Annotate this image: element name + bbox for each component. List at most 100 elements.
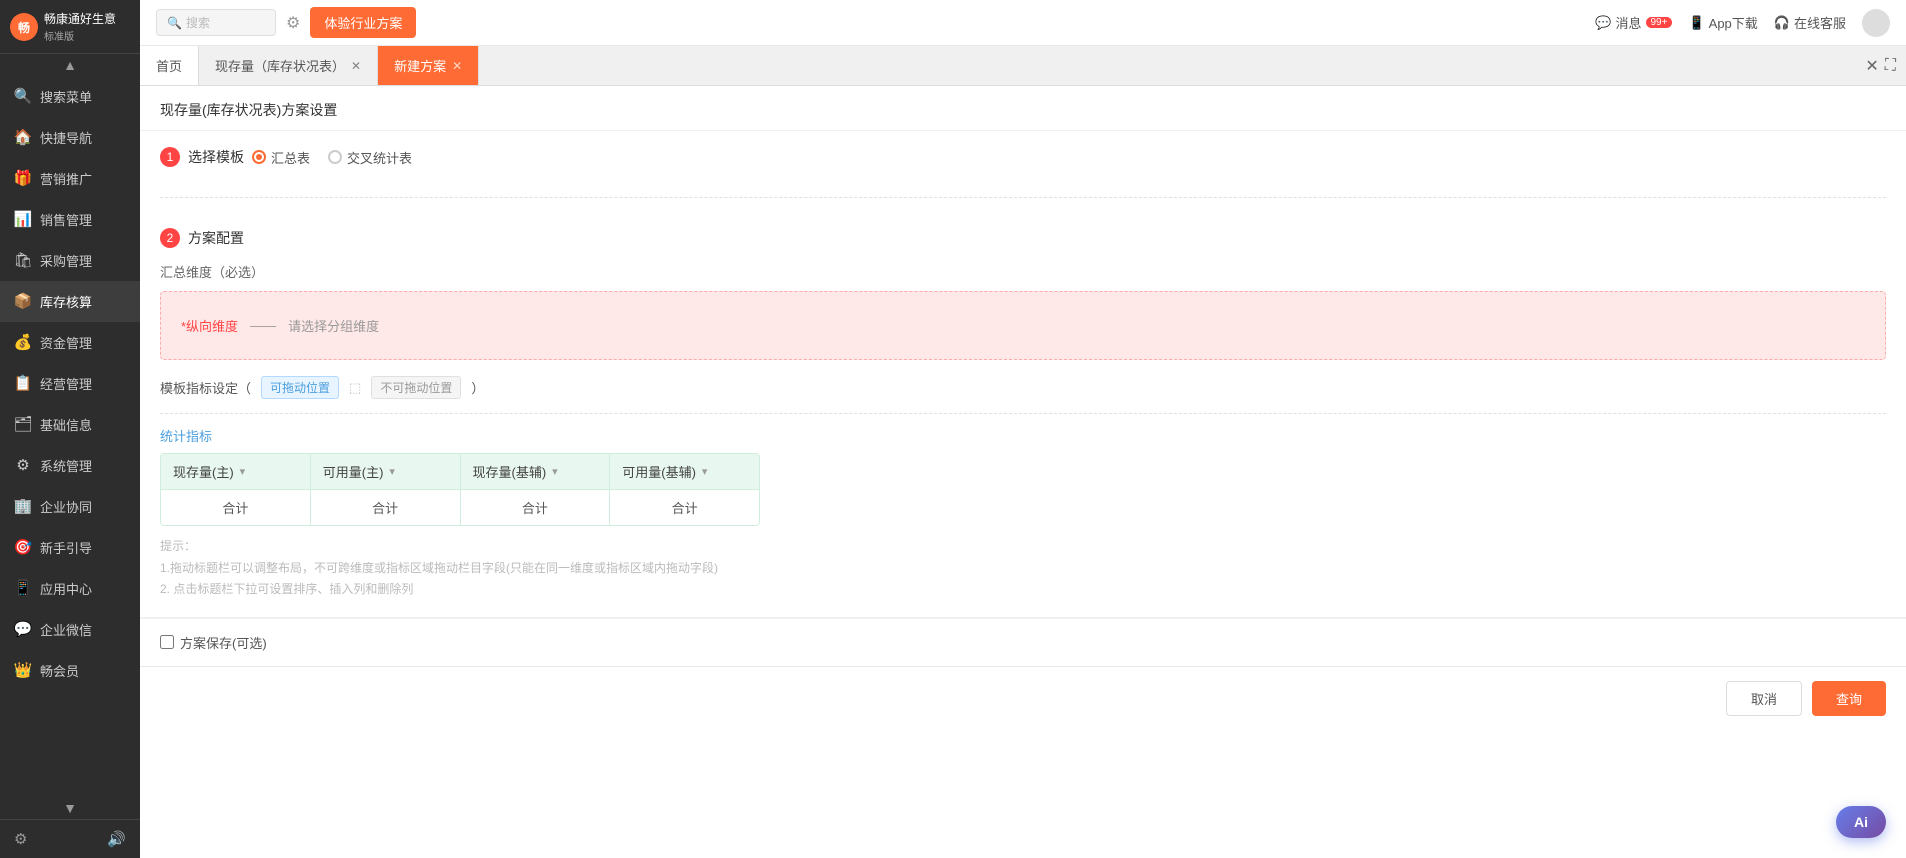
user-avatar[interactable]	[1862, 9, 1890, 37]
tab-inventory-status-label: 现存量（库存状况表）	[215, 56, 345, 75]
step2-header: 2 方案配置	[160, 228, 1886, 248]
sidebar-item-basic[interactable]: 🗂 基础信息	[0, 404, 140, 445]
page-title: 现存量(库存状况表)方案设置	[140, 86, 1906, 131]
app-logo-icon: 畅	[10, 13, 38, 41]
radio-dot-summary	[252, 150, 266, 164]
ai-float-button[interactable]: Ai	[1836, 806, 1886, 838]
sidebar-item-appcenter[interactable]: 📱 应用中心	[0, 568, 140, 609]
topbar: 🔍 搜索 ⚙ 体验行业方案 💬 消息 99+ 📱 App下载 🎧 在线客服	[140, 0, 1906, 46]
dropdown-icon-3[interactable]: ▾	[702, 465, 708, 478]
query-button[interactable]: 查询	[1812, 681, 1886, 716]
clipboard-icon: 📋	[14, 374, 32, 392]
sidebar-item-system[interactable]: ⚙ 系统管理	[0, 445, 140, 486]
sidebar-item-label-shortcut: 快捷导航	[40, 128, 92, 147]
step2-num: 2	[160, 228, 180, 248]
ai-label: Ai	[1854, 814, 1868, 830]
download-icon: 📱	[1688, 15, 1704, 31]
sidebar-item-operation[interactable]: 📋 经营管理	[0, 363, 140, 404]
sidebar-item-wechat[interactable]: 💬 企业微信	[0, 609, 140, 650]
dimension-area[interactable]: *纵向维度 —— 请选择分组维度	[160, 291, 1886, 360]
app-version: 标准版	[44, 28, 116, 43]
stat-header-cell-2[interactable]: 现存量(基辅) ▾	[461, 454, 611, 489]
dropdown-icon-0[interactable]: ▾	[240, 465, 246, 478]
sidebar-item-marketing[interactable]: 🎁 营销推广	[0, 158, 140, 199]
crown-icon: 👑	[14, 661, 32, 679]
tab-inventory-status-close[interactable]: ✕	[351, 59, 361, 73]
cancel-button[interactable]: 取消	[1726, 681, 1802, 716]
template-radio-group: 汇总表 交叉统计表	[252, 148, 412, 167]
topbar-settings-btn[interactable]: ⚙	[286, 13, 300, 33]
dimension-required-label: *纵向维度	[181, 316, 238, 335]
sidebar-item-label-finance: 资金管理	[40, 333, 92, 352]
dropdown-icon-2[interactable]: ▾	[552, 465, 558, 478]
app-download-label: App下载	[1709, 13, 1758, 32]
sidebar-item-label-inventory: 库存核算	[40, 292, 92, 311]
tab-close-all-btn[interactable]: ✕	[1865, 56, 1878, 76]
online-service-btn[interactable]: 🎧 在线客服	[1774, 13, 1846, 32]
stat-cell-0-3: 合计	[610, 489, 759, 525]
draggable-badge: 可拖动位置	[261, 376, 339, 399]
online-service-label: 在线客服	[1794, 13, 1846, 32]
step1-header: 1 选择模板 汇总表 交叉统计表	[160, 147, 1886, 167]
stat-header-cell-0[interactable]: 现存量(主) ▾	[161, 454, 311, 489]
sidebar-bottom: ⚙ 🔊	[0, 819, 140, 858]
search-icon-top: 🔍	[167, 16, 182, 30]
search-icon: 🔍	[14, 87, 32, 105]
tips-title: 提示：	[160, 536, 1886, 558]
sidebar-item-inventory[interactable]: 📦 库存核算	[0, 281, 140, 322]
settings-bottom-btn[interactable]: ⚙	[14, 830, 27, 848]
stat-header-cell-3[interactable]: 可用量(基辅) ▾	[610, 454, 759, 489]
tip-1: 1.拖动标题栏可以调整布局，不可跨维度或指标区域拖动栏目字段(只能在同一维度或指…	[160, 558, 1886, 580]
tab-new-plan-close[interactable]: ✕	[452, 59, 462, 73]
folder-icon: 🗂	[14, 415, 32, 433]
message-icon: 💬	[1595, 15, 1611, 31]
template-settings-label: 模板指标设定（	[160, 378, 251, 397]
message-btn[interactable]: 💬 消息 99+	[1595, 13, 1672, 32]
sidebar-nav: 🔍 搜索菜单 🏠 快捷导航 🎁 营销推广 📊 销售管理 🛍 采购管理 📦 库存核…	[0, 76, 140, 797]
sound-btn[interactable]: 🔊	[107, 830, 126, 848]
radio-summary[interactable]: 汇总表	[252, 148, 310, 167]
sidebar-item-search[interactable]: 🔍 搜索菜单	[0, 76, 140, 117]
app-download-btn[interactable]: 📱 App下载	[1688, 13, 1757, 32]
sidebar-scroll-up[interactable]: ▲	[0, 54, 140, 76]
tab-expand-btn[interactable]: ⛶	[1885, 57, 1896, 75]
sidebar-item-label-operation: 经营管理	[40, 374, 92, 393]
chart-icon: 📊	[14, 210, 32, 228]
tab-new-plan[interactable]: 新建方案 ✕	[378, 46, 479, 85]
stat-header-cell-1[interactable]: 可用量(主) ▾	[311, 454, 461, 489]
tab-inventory-status[interactable]: 现存量（库存状况表） ✕	[199, 46, 378, 85]
industry-btn[interactable]: 体验行业方案	[310, 7, 416, 38]
sidebar-item-newuser[interactable]: 🎯 新手引导	[0, 527, 140, 568]
radio-dot-cross	[328, 150, 342, 164]
step2-title: 方案配置	[188, 228, 244, 248]
sidebar-scroll-down[interactable]: ▼	[0, 797, 140, 819]
sidebar-item-label-basic: 基础信息	[40, 415, 92, 434]
stat-cell-0-2: 合计	[461, 489, 611, 525]
chat-icon: 💬	[14, 620, 32, 638]
save-checkbox[interactable]	[160, 635, 174, 649]
tab-home[interactable]: 首页	[140, 46, 199, 85]
topbar-right: 💬 消息 99+ 📱 App下载 🎧 在线客服	[1595, 9, 1890, 37]
home-icon: 🏠	[14, 128, 32, 146]
radio-cross[interactable]: 交叉统计表	[328, 148, 412, 167]
gift-icon: 🎁	[14, 169, 32, 187]
dropdown-icon-1[interactable]: ▾	[389, 465, 395, 478]
stat-cell-0-0: 合计	[161, 489, 311, 525]
stat-table: 现存量(主) ▾ 可用量(主) ▾ 现存量(基辅) ▾ 可用量(基辅) ▾	[160, 453, 760, 526]
template-settings-suffix: ）	[471, 378, 484, 397]
sidebar-item-purchase[interactable]: 🛍 采购管理	[0, 240, 140, 281]
stat-section-title: 统计指标	[160, 426, 1886, 445]
search-bar[interactable]: 🔍 搜索	[156, 9, 276, 36]
tabbar: 首页 现存量（库存状况表） ✕ 新建方案 ✕ ✕ ⛶	[140, 46, 1906, 86]
stat-header-label-2: 现存量(基辅)	[473, 462, 547, 481]
sidebar-item-shortcut[interactable]: 🏠 快捷导航	[0, 117, 140, 158]
sidebar-item-member[interactable]: 👑 畅会员	[0, 650, 140, 691]
tab-home-label: 首页	[156, 56, 182, 75]
sidebar-item-finance[interactable]: 💰 资金管理	[0, 322, 140, 363]
step1-title: 选择模板	[188, 147, 244, 167]
sidebar-item-sales[interactable]: 📊 销售管理	[0, 199, 140, 240]
app-name-block: 畅康通好生意 标准版	[44, 12, 116, 43]
dimension-placeholder: 请选择分组维度	[288, 316, 379, 335]
sidebar-item-enterprise[interactable]: 🏢 企业协同	[0, 486, 140, 527]
stat-header-label-0: 现存量(主)	[173, 462, 234, 481]
